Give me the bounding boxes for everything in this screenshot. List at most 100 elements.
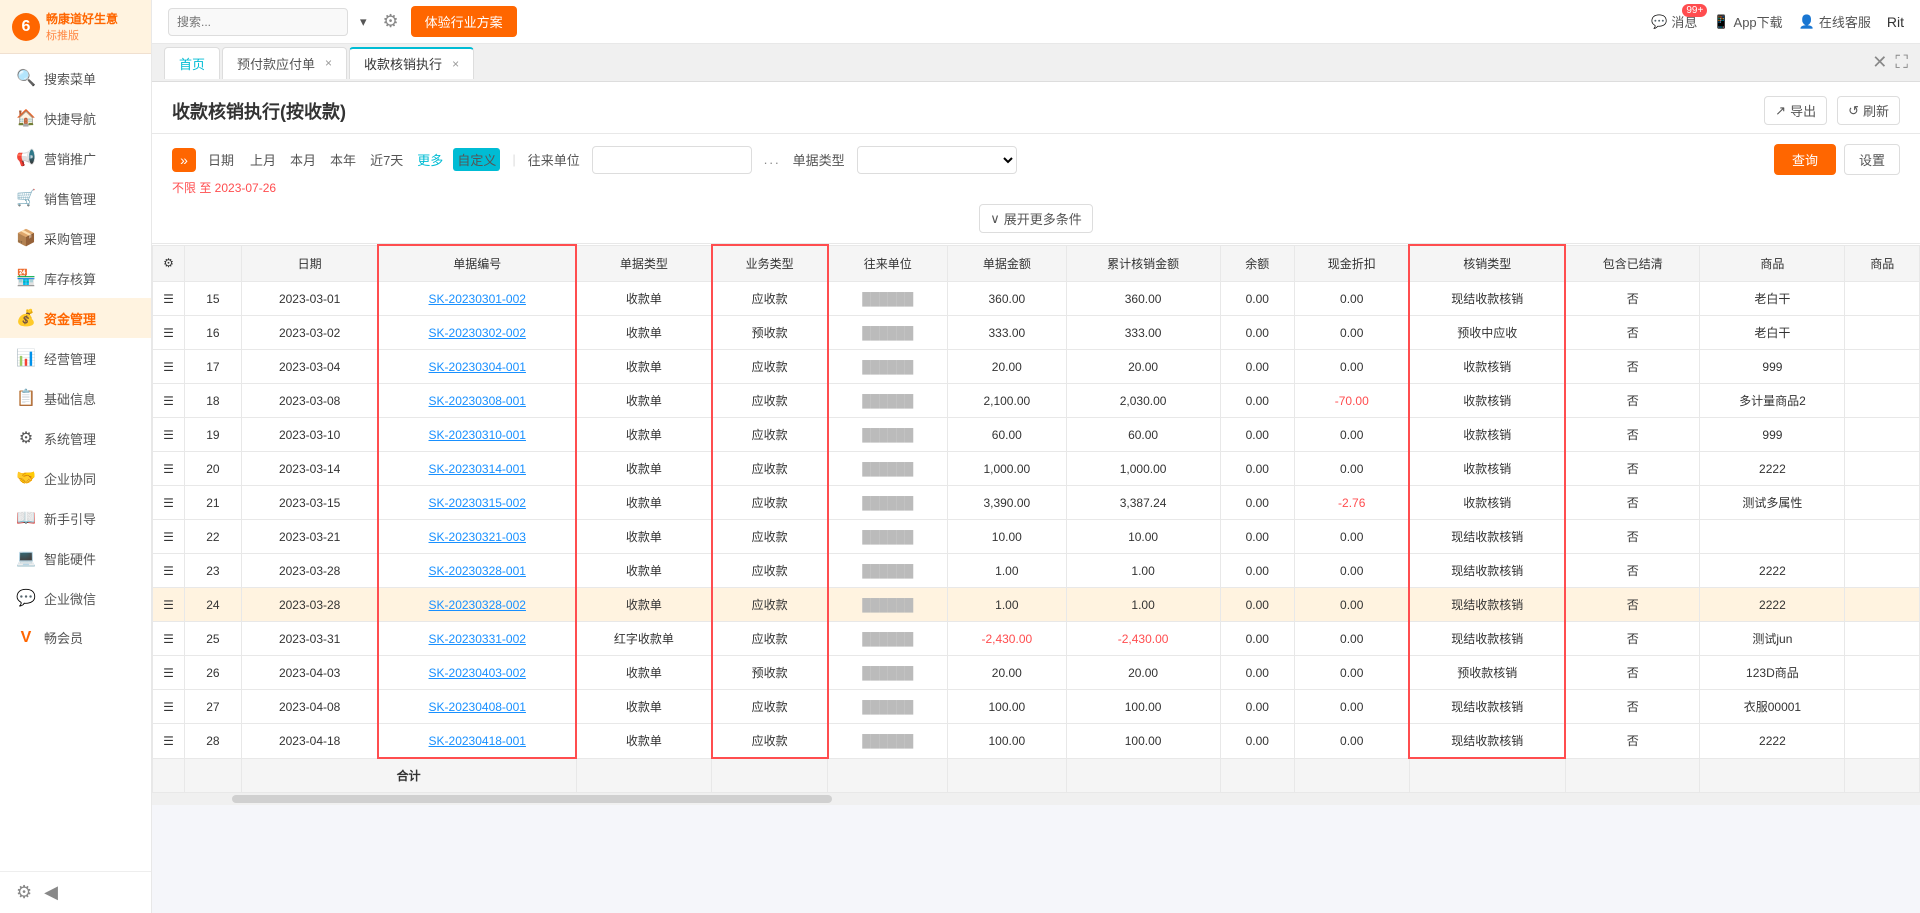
scrollbar-thumb[interactable] bbox=[232, 795, 832, 803]
tab-prepay[interactable]: 预付款应付单 × bbox=[222, 47, 347, 79]
cell-date: 2023-03-02 bbox=[241, 316, 378, 350]
tab-expand-icon[interactable]: ⛶ bbox=[1895, 52, 1908, 73]
sidebar-item-inventory[interactable]: 🏪 库存核算 bbox=[0, 258, 151, 298]
col-rownum bbox=[185, 245, 242, 282]
tab-receipt-write-off[interactable]: 收款核销执行 × bbox=[349, 47, 474, 79]
cell-write-off-type: 收款核销 bbox=[1409, 452, 1565, 486]
export-button[interactable]: ↗ 导出 bbox=[1764, 96, 1827, 125]
cell-gear[interactable]: ☰ bbox=[153, 384, 185, 418]
doc-no-link[interactable]: SK-20230321-003 bbox=[429, 530, 526, 544]
tab-close-all-icon[interactable]: ✕ bbox=[1872, 52, 1887, 73]
doc-no-link[interactable]: SK-20230328-001 bbox=[429, 564, 526, 578]
tab-prepay-close[interactable]: × bbox=[325, 56, 332, 70]
tab-receipt-close[interactable]: × bbox=[452, 57, 459, 71]
doc-no-link[interactable]: SK-20230314-001 bbox=[429, 462, 526, 476]
filter-more-date[interactable]: 更多 bbox=[413, 148, 447, 171]
sidebar-item-marketing[interactable]: 📢 营销推广 bbox=[0, 138, 151, 178]
filter-last-month[interactable]: 上月 bbox=[246, 148, 280, 171]
cell-product: 测试多属性 bbox=[1700, 486, 1845, 520]
filter-doc-type-select[interactable] bbox=[857, 146, 1017, 174]
cell-gear[interactable]: ☰ bbox=[153, 724, 185, 759]
sidebar-item-member[interactable]: V 畅会员 bbox=[0, 618, 151, 657]
table-body: ☰ 15 2023-03-01 SK-20230301-002 收款单 应收款 … bbox=[153, 282, 1920, 759]
sidebar-item-finance[interactable]: 💰 资金管理 bbox=[0, 298, 151, 338]
topbar-online-service[interactable]: 👤 在线客服 bbox=[1799, 12, 1871, 31]
cell-balance: 0.00 bbox=[1220, 690, 1294, 724]
phone-icon: 📱 bbox=[1713, 14, 1729, 30]
sidebar-item-search[interactable]: 🔍 搜索菜单 bbox=[0, 58, 151, 98]
filter-this-year[interactable]: 本年 bbox=[326, 148, 360, 171]
cell-gear[interactable]: ☰ bbox=[153, 554, 185, 588]
cell-gear[interactable]: ☰ bbox=[153, 350, 185, 384]
tab-home[interactable]: 首页 bbox=[164, 47, 220, 79]
sidebar-item-operations[interactable]: 📊 经营管理 bbox=[0, 338, 151, 378]
cell-product2 bbox=[1845, 282, 1920, 316]
cell-write-off-amount: 3,387.24 bbox=[1066, 486, 1220, 520]
filter-query-btn[interactable]: 查询 bbox=[1774, 144, 1836, 175]
sidebar-item-guide[interactable]: 📖 新手引导 bbox=[0, 498, 151, 538]
cell-gear[interactable]: ☰ bbox=[153, 622, 185, 656]
cell-gear[interactable]: ☰ bbox=[153, 316, 185, 350]
collapse-icon[interactable]: ◀ bbox=[44, 882, 58, 903]
cell-cash-discount: 0.00 bbox=[1294, 554, 1409, 588]
cell-gear[interactable]: ☰ bbox=[153, 486, 185, 520]
table-row: ☰ 18 2023-03-08 SK-20230308-001 收款单 应收款 … bbox=[153, 384, 1920, 418]
col-gear[interactable]: ⚙ bbox=[153, 245, 185, 282]
cell-cash-discount: -70.00 bbox=[1294, 384, 1409, 418]
filter-this-month[interactable]: 本月 bbox=[286, 148, 320, 171]
scrollbar-area[interactable] bbox=[152, 793, 1920, 805]
sidebar-item-purchase[interactable]: 📦 采购管理 bbox=[0, 218, 151, 258]
filter-expand-conditions-btn[interactable]: ∨ 展开更多条件 bbox=[979, 204, 1093, 233]
refresh-button[interactable]: ↺ 刷新 bbox=[1837, 96, 1900, 125]
home-icon: 🏠 bbox=[16, 108, 36, 128]
filter-custom-btn[interactable]: 自定义 bbox=[453, 148, 500, 171]
cell-gear[interactable]: ☰ bbox=[153, 588, 185, 622]
filter-expand-btn[interactable]: » bbox=[172, 148, 196, 172]
cell-balance: 0.00 bbox=[1220, 656, 1294, 690]
doc-no-link[interactable]: SK-20230328-002 bbox=[429, 598, 526, 612]
doc-no-link[interactable]: SK-20230308-001 bbox=[429, 394, 526, 408]
sidebar-item-corp[interactable]: 🤝 企业协同 bbox=[0, 458, 151, 498]
sidebar-item-hardware[interactable]: 💻 智能硬件 bbox=[0, 538, 151, 578]
topbar-app-download[interactable]: 📱 App下载 bbox=[1713, 12, 1782, 31]
doc-no-link[interactable]: SK-20230403-002 bbox=[429, 666, 526, 680]
sidebar-item-basic[interactable]: 📋 基础信息 bbox=[0, 378, 151, 418]
settings-icon[interactable]: ⚙ bbox=[16, 882, 32, 903]
cell-partner: ██████ bbox=[828, 418, 948, 452]
topbar-gear-icon[interactable]: ⚙ bbox=[383, 11, 399, 32]
topbar-dropdown[interactable]: ▾ bbox=[360, 14, 367, 30]
topbar-industry-btn[interactable]: 体验行业方案 bbox=[411, 6, 517, 37]
table-row: ☰ 24 2023-03-28 SK-20230328-002 收款单 应收款 … bbox=[153, 588, 1920, 622]
sidebar-item-sales[interactable]: 🛒 销售管理 bbox=[0, 178, 151, 218]
doc-no-link[interactable]: SK-20230310-001 bbox=[429, 428, 526, 442]
table-footer-row: 合计 bbox=[153, 758, 1920, 793]
cell-gear[interactable]: ☰ bbox=[153, 418, 185, 452]
cell-gear[interactable]: ☰ bbox=[153, 690, 185, 724]
logo-area: 6 畅康道好生意 标推版 bbox=[0, 0, 151, 54]
doc-no-link[interactable]: SK-20230304-001 bbox=[429, 360, 526, 374]
cell-doc-no: SK-20230315-002 bbox=[378, 486, 576, 520]
cell-write-off-type: 现结收款核销 bbox=[1409, 622, 1565, 656]
cell-gear[interactable]: ☰ bbox=[153, 452, 185, 486]
doc-no-link[interactable]: SK-20230315-002 bbox=[429, 496, 526, 510]
cell-gear[interactable]: ☰ bbox=[153, 656, 185, 690]
filter-7days[interactable]: 近7天 bbox=[366, 148, 407, 171]
sidebar-item-wechat[interactable]: 💬 企业微信 bbox=[0, 578, 151, 618]
cell-product: 123D商品 bbox=[1700, 656, 1845, 690]
sidebar-item-system[interactable]: ⚙ 系统管理 bbox=[0, 418, 151, 458]
filter-settings-btn[interactable]: 设置 bbox=[1844, 144, 1900, 175]
topbar-user[interactable]: Rit bbox=[1887, 14, 1904, 30]
cell-gear[interactable]: ☰ bbox=[153, 282, 185, 316]
doc-no-link[interactable]: SK-20230301-002 bbox=[429, 292, 526, 306]
topbar-search-input[interactable] bbox=[168, 8, 348, 36]
doc-no-link[interactable]: SK-20230302-002 bbox=[429, 326, 526, 340]
doc-no-link[interactable]: SK-20230418-001 bbox=[429, 734, 526, 748]
sidebar-item-nav[interactable]: 🏠 快捷导航 bbox=[0, 98, 151, 138]
doc-no-link[interactable]: SK-20230408-001 bbox=[429, 700, 526, 714]
col-write-off-amount: 累计核销金额 bbox=[1066, 245, 1220, 282]
doc-no-link[interactable]: SK-20230331-002 bbox=[429, 632, 526, 646]
filter-partner-input[interactable] bbox=[592, 146, 752, 174]
cell-product: 2222 bbox=[1700, 452, 1845, 486]
cell-gear[interactable]: ☰ bbox=[153, 520, 185, 554]
topbar-messages[interactable]: 💬 消息 99+ bbox=[1651, 12, 1697, 31]
